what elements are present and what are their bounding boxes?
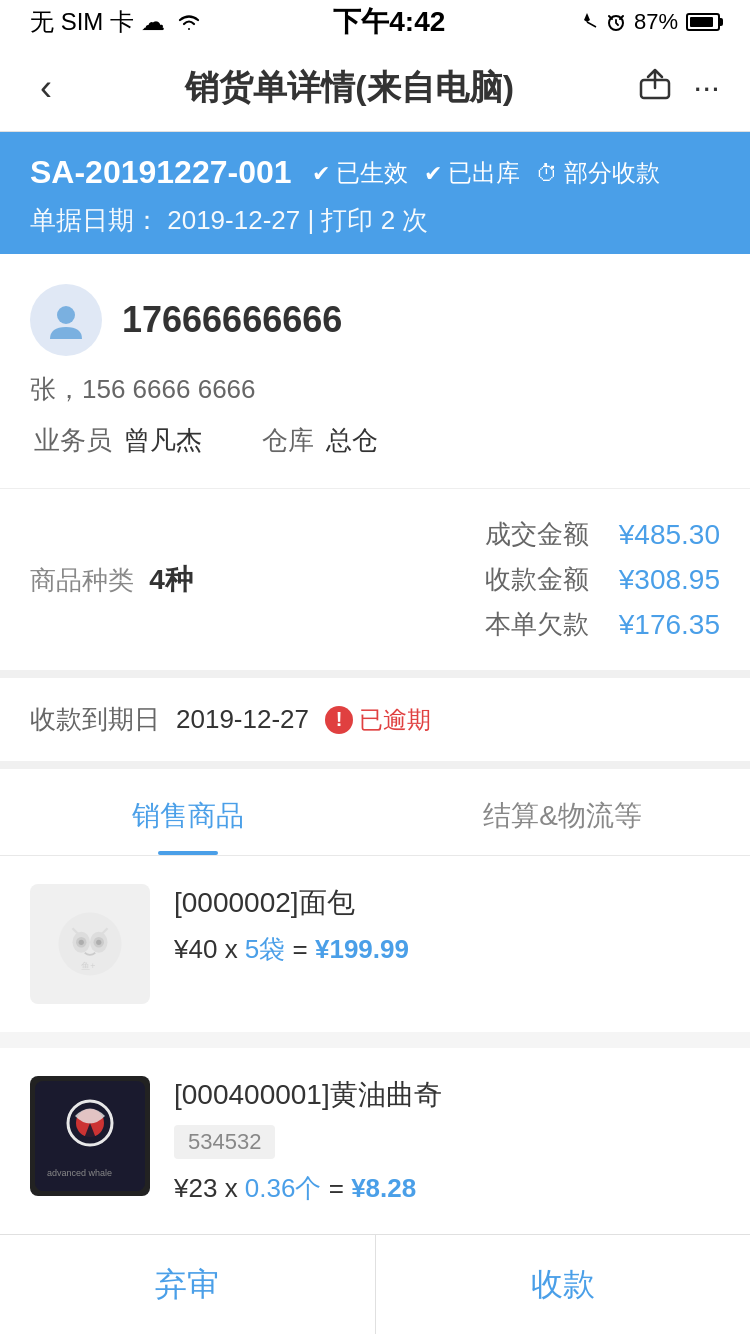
- collected-row: 收款金额 ¥308.95: [485, 562, 720, 597]
- share-icon: [637, 66, 673, 102]
- share-button[interactable]: [637, 66, 673, 110]
- back-button[interactable]: ‹: [30, 57, 62, 119]
- product-thumb-1: 鱼+: [30, 884, 150, 1004]
- debt-label: 本单欠款: [485, 607, 589, 642]
- product-total-1: ¥199.99: [315, 934, 409, 964]
- product-item-2: advanced whale [000400001]黄油曲奇 534532 ¥2…: [0, 1048, 750, 1234]
- overdue-badge: ! 已逾期: [325, 704, 431, 736]
- sales-meta: 业务员 曾凡杰: [34, 423, 202, 458]
- summary-section: 商品种类 4种 成交金额 ¥485.30 收款金额 ¥308.95 本单欠款 ¥…: [0, 489, 750, 678]
- order-date: 2019-12-27: [167, 205, 300, 235]
- print-info: 打印 2 次: [321, 205, 428, 235]
- product-qty-2: 0.36个: [245, 1173, 322, 1203]
- order-id: SA-20191227-001: [30, 154, 292, 191]
- warehouse-meta: 仓库 总仓: [262, 423, 378, 458]
- badge-effective: 已生效: [312, 157, 408, 189]
- customer-top: 17666666666: [30, 284, 720, 356]
- customer-avatar: [30, 284, 102, 356]
- tab-settlement[interactable]: 结算&物流等: [375, 769, 750, 855]
- tab-products[interactable]: 销售商品: [0, 769, 375, 855]
- reject-button[interactable]: 弃审: [0, 1235, 376, 1334]
- tabs-bar: 销售商品 结算&物流等: [0, 769, 750, 856]
- header-sub-row: 单据日期： 2019-12-27 | 打印 2 次: [30, 203, 720, 238]
- product-item-1: 鱼+ [0000002]面包 ¥40 x 5袋 = ¥199.99: [0, 856, 750, 1032]
- sales-value: 曾凡杰: [124, 423, 202, 458]
- status-left: 无 SIM 卡 ☁: [30, 6, 203, 38]
- due-date: 2019-12-27: [176, 704, 309, 735]
- collect-button[interactable]: 收款: [376, 1235, 751, 1334]
- header-banner: SA-20191227-001 已生效 已出库 部分收款 单据日期： 2019-…: [0, 132, 750, 254]
- avatar-icon: [45, 299, 87, 341]
- product-name-2: [000400001]黄油曲奇: [174, 1076, 720, 1114]
- product-image-2: advanced whale: [35, 1081, 145, 1191]
- customer-section: 17666666666 张，156 6666 6666 业务员 曾凡杰 仓库 总…: [0, 254, 750, 489]
- warehouse-value: 总仓: [326, 423, 378, 458]
- date-label: 单据日期：: [30, 205, 160, 235]
- status-badges: 已生效 已出库 部分收款: [312, 157, 660, 189]
- customer-id: 17666666666: [122, 299, 342, 341]
- due-section: 收款到期日 2019-12-27 ! 已逾期: [0, 678, 750, 769]
- badge-partial: 部分收款: [536, 157, 660, 189]
- page-title: 销货单详情(来自电脑): [185, 65, 514, 111]
- debt-value: ¥176.35: [619, 609, 720, 641]
- check-icon-2: [424, 159, 442, 187]
- type-count: 4种: [149, 564, 193, 595]
- wifi-icon: [175, 12, 203, 32]
- more-button[interactable]: ···: [693, 69, 720, 106]
- battery-icon: [686, 13, 720, 31]
- status-right: 87%: [576, 9, 720, 35]
- collected-value: ¥308.95: [619, 564, 720, 596]
- separator: |: [307, 205, 321, 235]
- nav-bar: ‹ 销货单详情(来自电脑) ···: [0, 44, 750, 132]
- nav-actions: ···: [637, 66, 720, 110]
- customer-meta: 业务员 曾凡杰 仓库 总仓: [30, 423, 720, 458]
- product-info-2: [000400001]黄油曲奇 534532 ¥23 x 0.36个 = ¥8.…: [174, 1076, 720, 1206]
- deal-label: 成交金额: [485, 517, 589, 552]
- sim-status: 无 SIM 卡 ☁: [30, 6, 165, 38]
- type-label: 商品种类: [30, 565, 134, 595]
- owl-icon: 鱼+: [55, 909, 125, 979]
- product-total-2: ¥8.28: [351, 1173, 416, 1203]
- sales-label: 业务员: [34, 423, 112, 458]
- svg-text:鱼+: 鱼+: [81, 961, 95, 971]
- svg-text:advanced whale: advanced whale: [47, 1168, 112, 1178]
- warehouse-label: 仓库: [262, 423, 314, 458]
- product-thumb-2: advanced whale: [30, 1076, 150, 1196]
- product-price-2: ¥23 x 0.36个 = ¥8.28: [174, 1171, 720, 1206]
- deal-row: 成交金额 ¥485.30: [485, 517, 720, 552]
- bottom-bar: 弃审 收款: [0, 1234, 750, 1334]
- svg-point-2: [57, 306, 75, 324]
- customer-sub: 张，156 6666 6666: [30, 372, 720, 407]
- product-price-1: ¥40 x 5袋 = ¥199.99: [174, 932, 720, 967]
- battery-percentage: 87%: [634, 9, 678, 35]
- deal-value: ¥485.30: [619, 519, 720, 551]
- svg-point-9: [96, 940, 101, 945]
- product-tag-2: 534532: [174, 1125, 275, 1159]
- product-name-1: [0000002]面包: [174, 884, 720, 922]
- check-icon: [312, 159, 330, 187]
- overdue-text: 已逾期: [359, 704, 431, 736]
- due-label: 收款到期日: [30, 702, 160, 737]
- alarm-icon: [606, 12, 626, 32]
- products-list: 鱼+ [0000002]面包 ¥40 x 5袋 = ¥199.99: [0, 856, 750, 1234]
- time: 下午4:42: [333, 3, 445, 41]
- status-bar: 无 SIM 卡 ☁ 下午4:42 87%: [0, 0, 750, 44]
- clock-icon: [536, 159, 558, 187]
- overdue-icon: !: [325, 706, 353, 734]
- badge-shipped: 已出库: [424, 157, 520, 189]
- product-info-1: [0000002]面包 ¥40 x 5袋 = ¥199.99: [174, 884, 720, 967]
- svg-point-8: [79, 940, 84, 945]
- summary-left: 商品种类 4种: [30, 561, 193, 599]
- location-icon: [576, 11, 598, 33]
- collected-label: 收款金额: [485, 562, 589, 597]
- product-qty-1: 5袋: [245, 934, 285, 964]
- debt-row: 本单欠款 ¥176.35: [485, 607, 720, 642]
- summary-right: 成交金额 ¥485.30 收款金额 ¥308.95 本单欠款 ¥176.35: [485, 517, 720, 642]
- customer-name-block: 17666666666: [122, 299, 342, 341]
